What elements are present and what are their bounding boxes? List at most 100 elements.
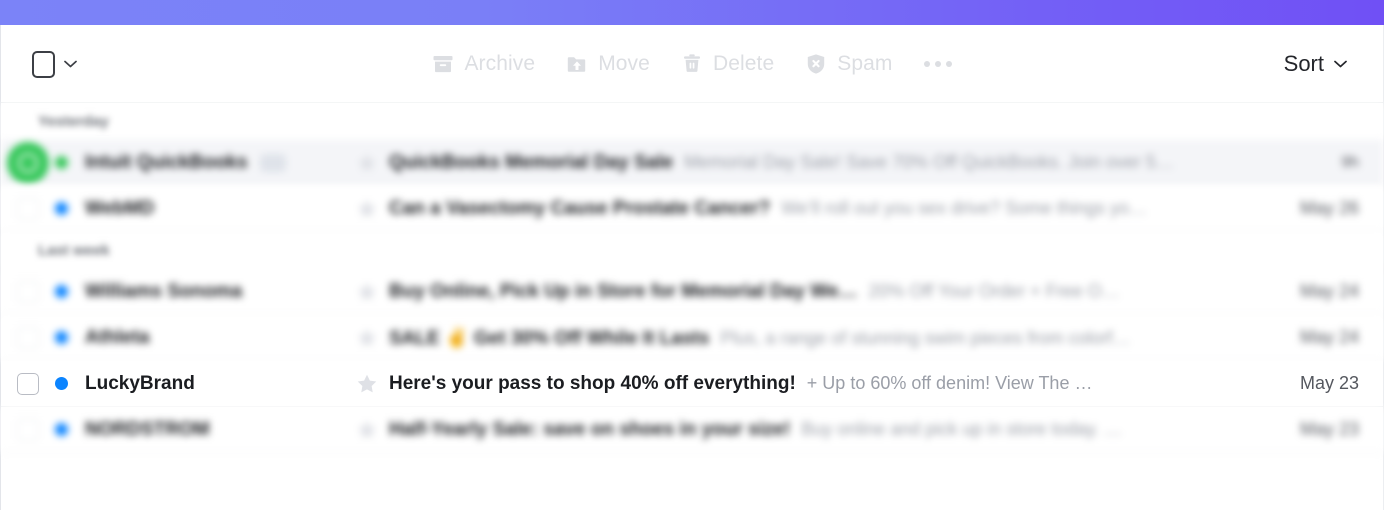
trash-icon bbox=[681, 53, 703, 75]
archive-button[interactable]: Archive bbox=[432, 52, 535, 76]
date-cell: 9h bbox=[1341, 153, 1359, 171]
unread-indicator-cell[interactable] bbox=[55, 156, 85, 169]
row-checkbox-cell[interactable] bbox=[1, 141, 55, 184]
subject-text: Half-Yearly Sale: save on shoes in your … bbox=[389, 418, 791, 440]
sort-chevron-down-icon bbox=[1334, 60, 1347, 68]
top-accent-bar bbox=[0, 0, 1384, 25]
table-row[interactable]: Athleta SALE ✌ Get 30% Off While It Lasts… bbox=[1, 315, 1383, 361]
star-cell[interactable] bbox=[345, 373, 389, 395]
sender-name: Williams Sonoma bbox=[85, 280, 243, 302]
date-cell: May 26 bbox=[1299, 198, 1359, 218]
star-icon[interactable] bbox=[356, 373, 378, 395]
sender-cell: Athleta bbox=[85, 327, 345, 349]
delete-label: Delete bbox=[712, 52, 775, 75]
subject-cell: Here's your pass to shop 40% off everyth… bbox=[389, 373, 1253, 395]
row-checkbox-cell[interactable] bbox=[1, 418, 55, 441]
sender-cell: WebMD bbox=[85, 198, 345, 220]
sort-label: Sort bbox=[1283, 51, 1324, 76]
star-cell[interactable] bbox=[345, 198, 389, 220]
subject-cell: Can a Vasectomy Cause Prostate Cancer? We… bbox=[389, 198, 1253, 220]
table-row[interactable]: WebMD Can a Vasectomy Cause Prostate Canc… bbox=[1, 186, 1383, 232]
delete-button[interactable]: Delete bbox=[681, 52, 774, 76]
shield-x-icon bbox=[805, 53, 827, 75]
table-row[interactable]: LuckyBrand Here's your pass to shop 40% o… bbox=[1, 361, 1383, 407]
row-checkbox-cell[interactable] bbox=[1, 280, 55, 303]
spam-button[interactable]: Spam bbox=[805, 52, 892, 76]
sender-name: Athleta bbox=[85, 326, 150, 348]
star-icon[interactable] bbox=[356, 419, 378, 441]
date-cell: May 24 bbox=[1299, 281, 1359, 301]
sort-button[interactable]: Sort bbox=[1284, 25, 1347, 103]
more-actions-button[interactable] bbox=[923, 61, 952, 67]
sender-name: NORDSTROM bbox=[85, 418, 210, 440]
mailbox-toolbar: Archive Move Delete Spam Sort bbox=[1, 25, 1383, 103]
date-cell: May 23 bbox=[1299, 373, 1359, 393]
star-cell[interactable] bbox=[345, 419, 389, 441]
row-checkbox-cell[interactable] bbox=[1, 326, 55, 349]
preview-text: + Up to 60% off denim! View The … bbox=[806, 372, 1093, 393]
unread-dot-icon[interactable] bbox=[55, 202, 68, 215]
star-icon[interactable] bbox=[356, 327, 378, 349]
preview-text: We’ll roll out you sex drive? Some thing… bbox=[781, 197, 1148, 218]
unread-dot-icon[interactable] bbox=[55, 423, 68, 436]
table-row[interactable]: Williams Sonoma Buy Online, Pick Up in St… bbox=[1, 269, 1383, 315]
star-icon[interactable] bbox=[356, 281, 378, 303]
message-list: Yesterday Intuit QuickBooks QuickBooks Mem… bbox=[1, 103, 1383, 453]
move-button[interactable]: Move bbox=[566, 52, 650, 76]
date-cell: May 23 bbox=[1299, 419, 1359, 439]
sender-name: WebMD bbox=[85, 197, 155, 219]
select-all-checkbox[interactable] bbox=[32, 50, 55, 78]
row-checkbox[interactable] bbox=[17, 197, 39, 220]
subject-cell: Buy Online, Pick Up in Store for Memoria… bbox=[389, 281, 1253, 303]
subject-cell: Half-Yearly Sale: save on shoes in your … bbox=[389, 419, 1253, 441]
star-cell[interactable] bbox=[345, 281, 389, 303]
date-cell: May 24 bbox=[1299, 327, 1359, 347]
row-checkbox-cell[interactable] bbox=[1, 197, 55, 220]
row-checkbox[interactable] bbox=[17, 326, 39, 349]
unread-indicator-cell[interactable] bbox=[55, 285, 85, 298]
subject-text: SALE ✌ Get 30% Off While It Lasts bbox=[389, 327, 710, 349]
subject-cell: QuickBooks Memorial Day Sale Memorial Day… bbox=[389, 152, 1253, 174]
ellipsis-icon bbox=[923, 61, 952, 67]
star-icon[interactable] bbox=[356, 152, 378, 174]
subject-text: Can a Vasectomy Cause Prostate Cancer? bbox=[389, 197, 771, 219]
section-header: Yesterday bbox=[1, 103, 1383, 140]
unread-dot-icon[interactable] bbox=[55, 285, 68, 298]
toolbar-action-group: Archive Move Delete Spam bbox=[1, 25, 1383, 103]
row-selected-indicator[interactable] bbox=[7, 141, 49, 184]
subject-text: Buy Online, Pick Up in Store for Memoria… bbox=[389, 280, 858, 302]
unread-indicator-cell[interactable] bbox=[55, 331, 85, 344]
preview-text: Plus, a range of stunning swim pieces fr… bbox=[720, 327, 1131, 348]
subject-cell: SALE ✌ Get 30% Off While It Lasts Plus, a… bbox=[389, 326, 1253, 350]
star-cell[interactable] bbox=[345, 152, 389, 174]
unread-indicator-cell[interactable] bbox=[55, 377, 85, 390]
archive-label: Archive bbox=[464, 52, 536, 75]
move-label: Move bbox=[598, 52, 650, 75]
unread-dot-icon[interactable] bbox=[55, 377, 68, 390]
chevron-down-icon[interactable] bbox=[64, 60, 77, 68]
star-cell[interactable] bbox=[345, 327, 389, 349]
table-row[interactable]: Intuit QuickBooks QuickBooks Memorial Day… bbox=[1, 140, 1383, 186]
unread-dot-icon[interactable] bbox=[55, 156, 68, 169]
row-checkbox[interactable] bbox=[17, 280, 39, 303]
unread-indicator-cell[interactable] bbox=[55, 202, 85, 215]
table-row[interactable]: NORDSTROM Half-Yearly Sale: save on shoes… bbox=[1, 407, 1383, 453]
subject-text: QuickBooks Memorial Day Sale bbox=[389, 151, 674, 173]
sender-cell: Intuit QuickBooks bbox=[85, 152, 345, 174]
unread-indicator-cell[interactable] bbox=[55, 423, 85, 436]
mail-app-frame: Archive Move Delete Spam Sort Yesterday … bbox=[0, 25, 1384, 510]
archive-icon bbox=[432, 53, 454, 75]
unread-dot-icon[interactable] bbox=[55, 331, 68, 344]
sender-badge bbox=[259, 153, 286, 172]
sender-name: LuckyBrand bbox=[85, 372, 195, 394]
subject-text: Here's your pass to shop 40% off everyth… bbox=[389, 372, 796, 394]
folder-up-icon bbox=[566, 53, 588, 75]
row-checkbox-cell[interactable] bbox=[1, 372, 55, 395]
sender-cell: NORDSTROM bbox=[85, 419, 345, 441]
toolbar-select-group bbox=[32, 25, 77, 103]
star-icon[interactable] bbox=[356, 198, 378, 220]
row-checkbox[interactable] bbox=[17, 418, 39, 441]
preview-text: Buy online and pick up in store today. … bbox=[801, 418, 1123, 439]
row-checkbox[interactable] bbox=[17, 372, 39, 395]
spam-label: Spam bbox=[837, 52, 893, 75]
